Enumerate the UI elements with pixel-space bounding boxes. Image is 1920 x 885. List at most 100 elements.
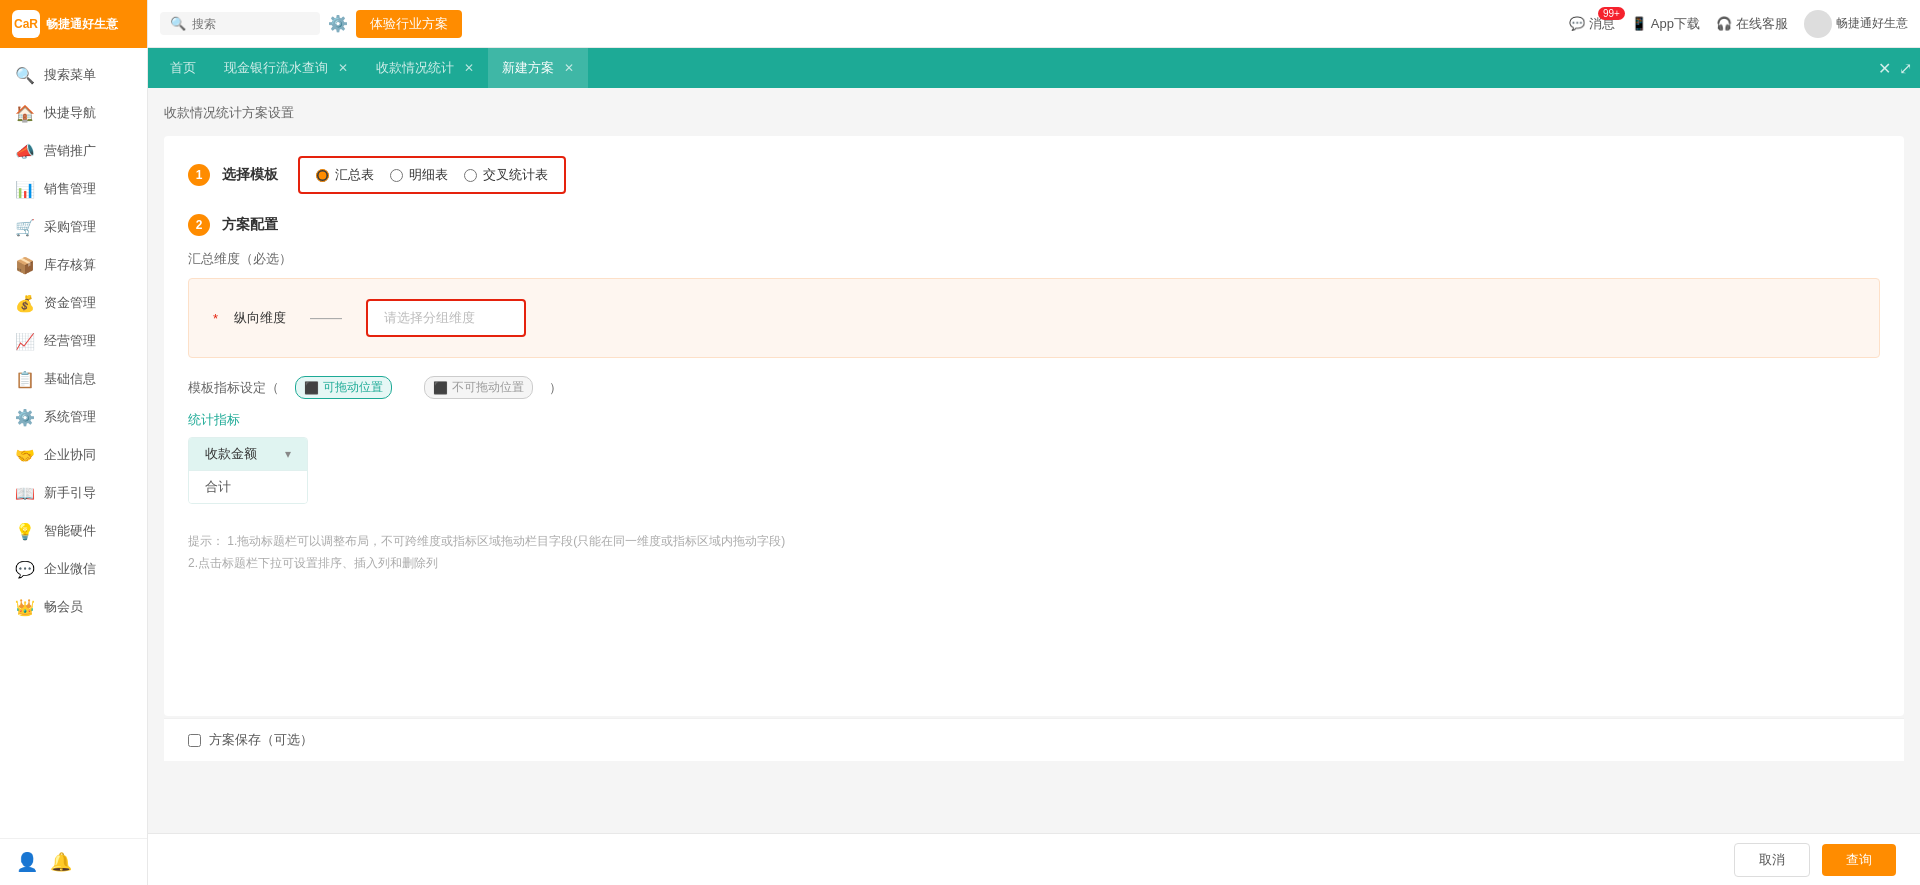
logo-text: CaR <box>14 17 38 31</box>
sidebar-item-label: 系统管理 <box>44 408 96 426</box>
header: 🔍 ⚙️ 体验行业方案 💬 消息 99+ 📱 App下载 🎧 在线客服 畅捷通好… <box>148 0 1920 48</box>
sidebar-item[interactable]: 💬 企业微信 <box>0 550 147 588</box>
step2-header: 2 方案配置 <box>188 214 1880 236</box>
tab[interactable]: 现金银行流水查询✕ <box>210 48 362 88</box>
radio-summary-input[interactable] <box>316 169 329 182</box>
dimension-area: * 纵向维度 —— 请选择分组维度 <box>188 278 1880 358</box>
header-search-box: 🔍 <box>160 12 320 35</box>
sidebar-item[interactable]: 📈 经营管理 <box>0 322 147 360</box>
save-checkbox[interactable] <box>188 734 201 747</box>
summary-dim-title: 汇总维度（必选） <box>188 250 1880 268</box>
tab[interactable]: 首页 <box>156 48 210 88</box>
notification-icon: 💬 <box>1569 16 1585 31</box>
search-icon: 🔍 <box>170 16 186 31</box>
expand-tab-icon[interactable]: ⤢ <box>1899 59 1912 78</box>
tips-section: 提示： 1.拖动标题栏可以调整布局，不可跨维度或指标区域拖动栏目字段(只能在同一… <box>188 531 1880 574</box>
sidebar-item[interactable]: ⚙️ 系统管理 <box>0 398 147 436</box>
save-row: 方案保存（可选） <box>164 718 1904 761</box>
user-avatar-item[interactable]: 畅捷通好生意 <box>1804 10 1908 38</box>
radio-summary[interactable]: 汇总表 <box>316 166 374 184</box>
sidebar-icon: 📣 <box>16 142 34 160</box>
download-icon: 📱 <box>1631 16 1647 31</box>
dim-required-mark: * <box>213 311 218 326</box>
sidebar-footer-icon2[interactable]: 🔔 <box>50 851 72 873</box>
sidebar-item[interactable]: 💰 资金管理 <box>0 284 147 322</box>
notification-item[interactable]: 💬 消息 99+ <box>1569 15 1615 33</box>
sidebar-item[interactable]: 📣 营销推广 <box>0 132 147 170</box>
dim-select-box[interactable]: 请选择分组维度 <box>366 299 526 337</box>
avatar <box>1804 10 1832 38</box>
tab-label: 首页 <box>170 59 196 77</box>
search-input[interactable] <box>192 17 310 31</box>
movable-label: 可拖动位置 <box>323 379 383 396</box>
sidebar-footer-icon1[interactable]: 👤 <box>16 851 38 873</box>
save-label: 方案保存（可选） <box>209 731 313 749</box>
radio-detail-input[interactable] <box>390 169 403 182</box>
tab-close-icon[interactable]: ✕ <box>464 61 474 75</box>
sidebar-item-label: 采购管理 <box>44 218 96 236</box>
service-item[interactable]: 🎧 在线客服 <box>1716 15 1788 33</box>
main-content: 收款情况统计方案设置 1 选择模板 汇总表 明细表 交叉统计表 <box>148 88 1920 885</box>
trial-button[interactable]: 体验行业方案 <box>356 10 462 38</box>
sidebar-icon: 🛒 <box>16 218 34 236</box>
radio-cross-input[interactable] <box>464 169 477 182</box>
tab-close-icon[interactable]: ✕ <box>338 61 348 75</box>
sidebar-nav: 🔍 搜索菜单 🏠 快捷导航 📣 营销推广 📊 销售管理 🛒 采购管理 📦 库存核… <box>0 48 147 838</box>
service-label: 在线客服 <box>1736 15 1788 33</box>
sidebar-icon: 🔍 <box>16 66 34 84</box>
notification-badge: 99+ <box>1598 7 1625 20</box>
sidebar-item[interactable]: 🏠 快捷导航 <box>0 94 147 132</box>
metrics-col-name: 收款金额 <box>205 445 257 463</box>
sidebar-item[interactable]: 📦 库存核算 <box>0 246 147 284</box>
radio-cross-label: 交叉统计表 <box>483 166 548 184</box>
stats-title: 统计指标 <box>188 411 1880 429</box>
tabs-bar: 首页现金银行流水查询✕ 收款情况统计 ✕ 新建方案 ✕ ✕ ⤢ <box>148 48 1920 88</box>
download-label: App下载 <box>1651 15 1700 33</box>
cancel-button[interactable]: 取消 <box>1734 843 1810 877</box>
sidebar: CaR 畅捷通好生意 🔍 搜索菜单 🏠 快捷导航 📣 营销推广 📊 销售管理 🛒… <box>0 0 148 885</box>
sidebar-item-label: 销售管理 <box>44 180 96 198</box>
sidebar-icon: 💬 <box>16 560 34 578</box>
download-item[interactable]: 📱 App下载 <box>1631 15 1700 33</box>
radio-detail[interactable]: 明细表 <box>390 166 448 184</box>
sidebar-logo: CaR 畅捷通好生意 <box>0 0 147 48</box>
step2-label: 方案配置 <box>222 216 278 234</box>
sidebar-item-label: 新手引导 <box>44 484 96 502</box>
sidebar-item[interactable]: 📋 基础信息 <box>0 360 147 398</box>
sidebar-item-label: 畅会员 <box>44 598 83 616</box>
sidebar-icon: 👑 <box>16 598 34 616</box>
bottom-bar: 取消 查询 <box>148 833 1920 885</box>
sidebar-item-label: 营销推广 <box>44 142 96 160</box>
sidebar-item[interactable]: 🛒 采购管理 <box>0 208 147 246</box>
tab-close-icon[interactable]: ✕ <box>564 61 574 75</box>
tab[interactable]: 收款情况统计 ✕ <box>362 48 488 88</box>
sidebar-item[interactable]: 🤝 企业协同 <box>0 436 147 474</box>
header-left: 🔍 ⚙️ 体验行业方案 <box>160 10 462 38</box>
sidebar-item[interactable]: 💡 智能硬件 <box>0 512 147 550</box>
query-button[interactable]: 查询 <box>1822 844 1896 876</box>
tab[interactable]: 新建方案 ✕ <box>488 48 588 88</box>
tip-line2: 2.点击标题栏下拉可设置排序、插入列和删除列 <box>188 553 1880 575</box>
step2-num: 2 <box>188 214 210 236</box>
tab-label: 收款情况统计 <box>376 59 454 77</box>
close-tab-icon[interactable]: ✕ <box>1878 59 1891 78</box>
metrics-col-header[interactable]: 收款金额 ▾ <box>189 438 307 470</box>
sidebar-item[interactable]: 🔍 搜索菜单 <box>0 56 147 94</box>
sidebar-icon: 📦 <box>16 256 34 274</box>
template-box: 汇总表 明细表 交叉统计表 <box>298 156 566 194</box>
metrics-header-end: ） <box>549 379 562 397</box>
gear-icon[interactable]: ⚙️ <box>328 14 348 33</box>
service-icon: 🎧 <box>1716 16 1732 31</box>
dim-placeholder: 请选择分组维度 <box>384 309 475 327</box>
step2-section: 2 方案配置 汇总维度（必选） * 纵向维度 —— 请选择分组维度 模板指标设定… <box>188 214 1880 574</box>
tab-label: 新建方案 <box>502 59 554 77</box>
username: 畅捷通好生意 <box>1836 15 1908 32</box>
sidebar-item[interactable]: 📊 销售管理 <box>0 170 147 208</box>
step1-num: 1 <box>188 164 210 186</box>
metrics-table: 收款金额 ▾ 合计 <box>188 437 308 504</box>
tip-line1: 提示： 1.拖动标题栏可以调整布局，不可跨维度或指标区域拖动栏目字段(只能在同一… <box>188 531 1880 553</box>
sidebar-item[interactable]: 👑 畅会员 <box>0 588 147 626</box>
sidebar-icon: 🏠 <box>16 104 34 122</box>
sidebar-item[interactable]: 📖 新手引导 <box>0 474 147 512</box>
radio-cross[interactable]: 交叉统计表 <box>464 166 548 184</box>
